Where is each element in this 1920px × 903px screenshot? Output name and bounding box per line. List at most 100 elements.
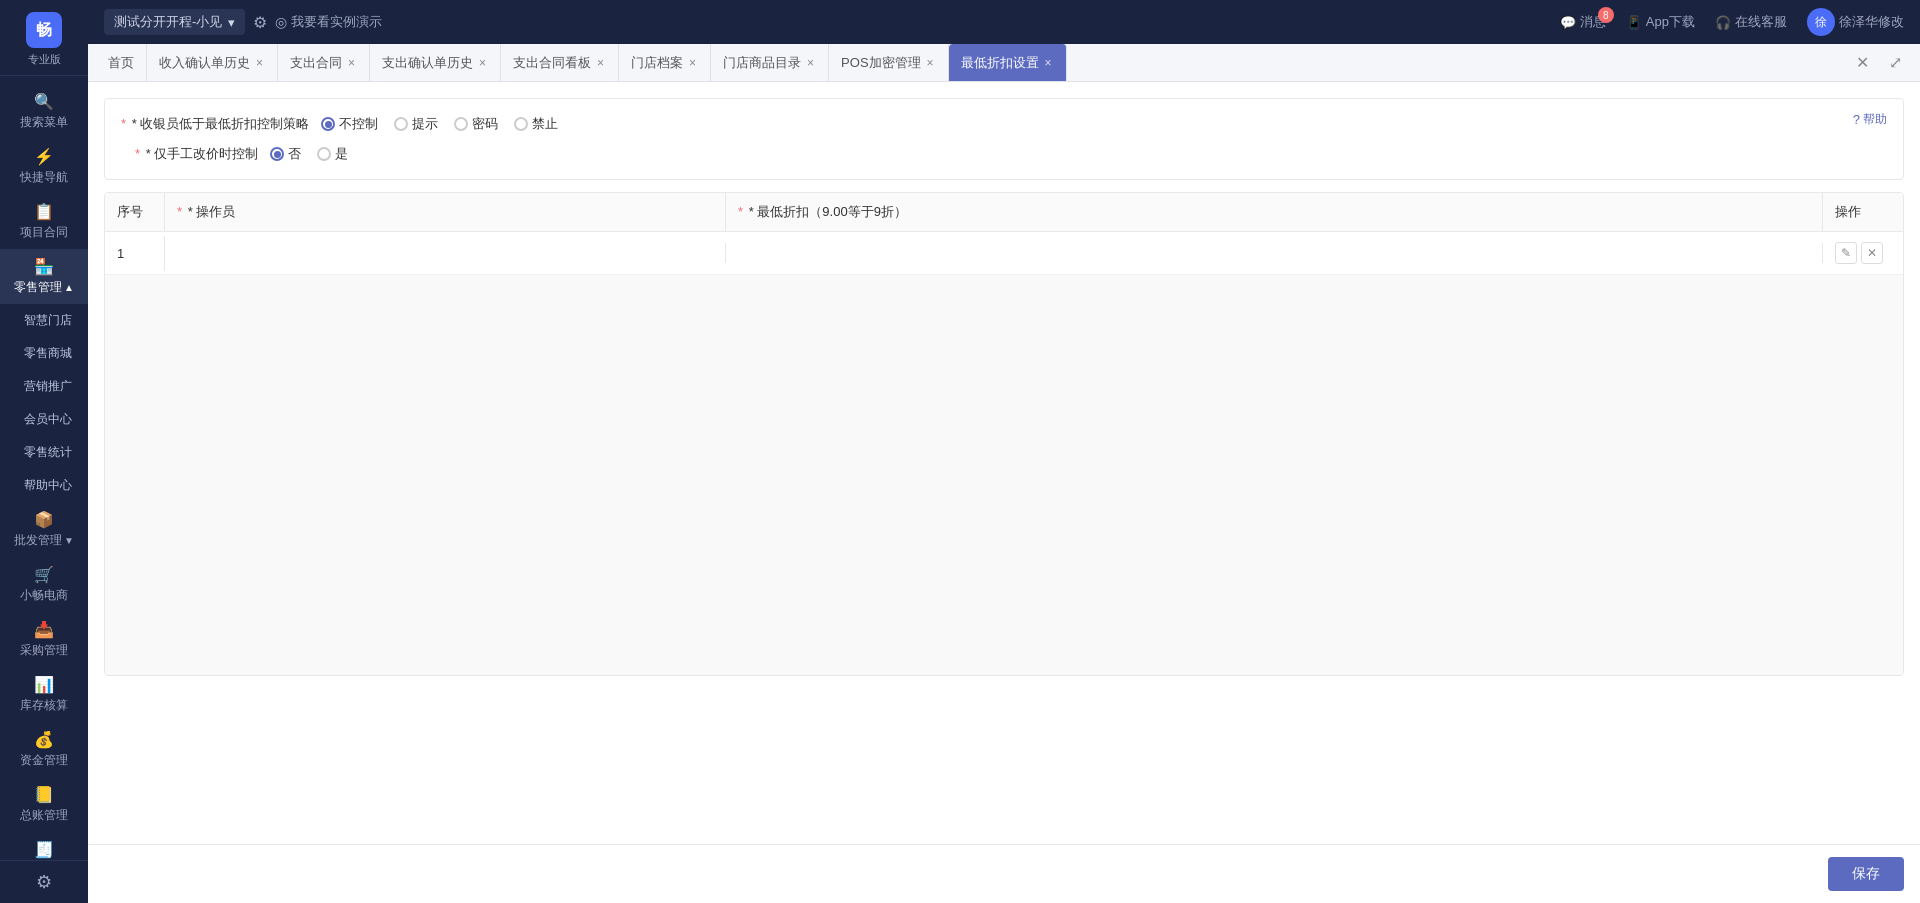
purchase-icon: 📥: [34, 620, 54, 639]
header-left: 测试分开开程-小见 ▾ ⚙ ◎ 我要看实例演示: [104, 9, 1560, 35]
page-content: ? 帮助 * * 收银员低于最低折扣控制策略 不控制: [88, 82, 1920, 844]
sidebar-item-help[interactable]: 帮助中心: [0, 469, 88, 502]
sidebar-item-member[interactable]: 会员中心: [0, 403, 88, 436]
tab-payment-contract-label: 支出合同: [290, 54, 342, 72]
tab-store-archive-close[interactable]: ×: [687, 54, 698, 72]
tab-store-archive-label: 门店档案: [631, 54, 683, 72]
sidebar-item-ledger[interactable]: 📒 总账管理: [0, 777, 88, 832]
sidebar-item-help-label: 帮助中心: [24, 477, 72, 494]
sidebar-item-ecommerce[interactable]: 🛒 小畅电商: [0, 557, 88, 612]
logo-subtext: 专业版: [28, 52, 61, 67]
tab-close-all-icon[interactable]: ✕: [1850, 51, 1875, 74]
radio-password-label: 密码: [472, 115, 498, 133]
sidebar-item-shortcut[interactable]: ⚡ 快捷导航: [0, 139, 88, 194]
radio-no-control[interactable]: 不控制: [321, 115, 378, 133]
radio-no-control-circle: [321, 117, 335, 131]
tab-store-archive[interactable]: 门店档案 ×: [619, 44, 711, 82]
radio-password[interactable]: 密码: [454, 115, 498, 133]
message-icon: 💬: [1560, 15, 1576, 30]
sidebar-item-online-shop[interactable]: 零售商城: [0, 337, 88, 370]
tab-payment-contract-close[interactable]: ×: [346, 54, 357, 72]
app-download-action[interactable]: 📱 App下载: [1626, 13, 1695, 31]
project-dropdown-icon: ▾: [228, 15, 235, 30]
discount-required: *: [738, 204, 743, 219]
tab-payment-history-close[interactable]: ×: [477, 54, 488, 72]
tab-payment-contract[interactable]: 支出合同 ×: [278, 44, 370, 82]
sidebar-item-finance[interactable]: 💰 资金管理: [0, 722, 88, 777]
radio-forbid[interactable]: 禁止: [514, 115, 558, 133]
tab-store-catalog[interactable]: 门店商品目录 ×: [711, 44, 829, 82]
download-icon: 📱: [1626, 15, 1642, 30]
row-edit-button[interactable]: ✎: [1835, 242, 1857, 264]
message-badge: 8: [1598, 7, 1614, 23]
current-project-selector[interactable]: 测试分开开程-小见 ▾: [104, 9, 245, 35]
sidebar-item-project[interactable]: 📋 项目合同: [0, 194, 88, 249]
table-header: 序号 * * 操作员 * * 最低折扣（9.00等于9折） 操作: [105, 193, 1903, 232]
sidebar-item-stats[interactable]: 零售统计: [0, 436, 88, 469]
tab-income-history[interactable]: 收入确认单历史 ×: [147, 44, 278, 82]
tab-expand-icon[interactable]: ⤢: [1883, 51, 1908, 74]
tab-min-discount[interactable]: 最低折扣设置 ×: [949, 44, 1067, 82]
sidebar-menu: 🔍 搜索菜单 ⚡ 快捷导航 📋 项目合同 🏪 零售管理 ▲ 智慧门店: [0, 76, 88, 860]
sidebar-item-inventory[interactable]: 📊 库存核算: [0, 667, 88, 722]
sidebar-item-member-label: 会员中心: [24, 411, 72, 428]
logo-icon: 畅: [26, 12, 62, 48]
radio-no[interactable]: 否: [270, 145, 301, 163]
tab-income-history-close[interactable]: ×: [254, 54, 265, 72]
tab-home[interactable]: 首页: [96, 44, 147, 82]
sidebar-item-purchase-label: 采购管理: [20, 642, 68, 659]
tab-payment-board[interactable]: 支出合同看板 ×: [501, 44, 619, 82]
user-info[interactable]: 徐 徐泽华修改: [1807, 8, 1904, 36]
tab-payment-history[interactable]: 支出确认单历史 ×: [370, 44, 501, 82]
sidebar-item-stats-label: 零售统计: [24, 444, 72, 461]
sidebar-item-marketing-label: 营销推广: [24, 378, 72, 395]
sidebar-item-online-shop-label: 零售商城: [24, 345, 72, 362]
settings-header-icon[interactable]: ⚙: [253, 13, 267, 32]
radio-remind-label: 提示: [412, 115, 438, 133]
form-section: ? 帮助 * * 收银员低于最低折扣控制策略 不控制: [104, 98, 1904, 180]
sidebar-item-invoice[interactable]: 🧾 发票管理: [0, 832, 88, 860]
tab-store-catalog-close[interactable]: ×: [805, 54, 816, 72]
discount-policy-row: * * 收银员低于最低折扣控制策略 不控制 提示: [121, 115, 1887, 133]
tab-payment-board-close[interactable]: ×: [595, 54, 606, 72]
sidebar-item-purchase[interactable]: 📥 采购管理: [0, 612, 88, 667]
finance-icon: 💰: [34, 730, 54, 749]
shortcut-icon: ⚡: [34, 147, 54, 166]
radio-password-circle: [454, 117, 468, 131]
row-delete-button[interactable]: ✕: [1861, 242, 1883, 264]
retail-arrow-icon: ▲: [64, 282, 74, 293]
sidebar-item-retail-label: 零售管理: [14, 279, 62, 296]
save-button[interactable]: 保存: [1828, 857, 1904, 891]
top-header: 测试分开开程-小见 ▾ ⚙ ◎ 我要看实例演示 💬 消息 8 📱 App下载: [88, 0, 1920, 44]
help-button[interactable]: ? 帮助: [1853, 111, 1887, 128]
content-area: ? 帮助 * * 收银员低于最低折扣控制策略 不控制: [88, 82, 1920, 903]
tab-pos-management[interactable]: POS加密管理 ×: [829, 44, 948, 82]
radio-yes-label: 是: [335, 145, 348, 163]
manual-control-label: * * 仅手工改价时控制: [135, 145, 258, 163]
sidebar-item-wholesale-label: 批发管理: [14, 532, 62, 549]
radio-forbid-circle: [514, 117, 528, 131]
radio-remind[interactable]: 提示: [394, 115, 438, 133]
sidebar-bottom: ⚙: [0, 860, 88, 903]
tab-pos-management-close[interactable]: ×: [925, 54, 936, 72]
radio-yes[interactable]: 是: [317, 145, 348, 163]
message-action[interactable]: 💬 消息 8: [1560, 13, 1606, 31]
sidebar-item-marketing[interactable]: 营销推广: [0, 370, 88, 403]
sidebar-item-search[interactable]: 🔍 搜索菜单: [0, 84, 88, 139]
demo-link[interactable]: ◎ 我要看实例演示: [275, 13, 382, 31]
col-operator-header: * * 操作员: [165, 193, 726, 231]
inventory-icon: 📊: [34, 675, 54, 694]
sidebar-item-smart-store[interactable]: 智慧门店: [0, 304, 88, 337]
header-right: 💬 消息 8 📱 App下载 🎧 在线客服 徐 徐泽华修改: [1560, 8, 1904, 36]
sidebar-item-retail[interactable]: 🏪 零售管理 ▲: [0, 249, 88, 304]
tab-home-label: 首页: [108, 54, 134, 72]
tab-min-discount-close[interactable]: ×: [1043, 54, 1054, 72]
online-support-action[interactable]: 🎧 在线客服: [1715, 13, 1787, 31]
sidebar-item-wholesale[interactable]: 📦 批发管理 ▼: [0, 502, 88, 557]
settings-icon[interactable]: ⚙: [36, 871, 52, 893]
ledger-icon: 📒: [34, 785, 54, 804]
radio-no-label: 否: [288, 145, 301, 163]
discount-policy-options: 不控制 提示 密码 禁: [321, 115, 558, 133]
tab-pos-management-label: POS加密管理: [841, 54, 920, 72]
tab-store-catalog-label: 门店商品目录: [723, 54, 801, 72]
